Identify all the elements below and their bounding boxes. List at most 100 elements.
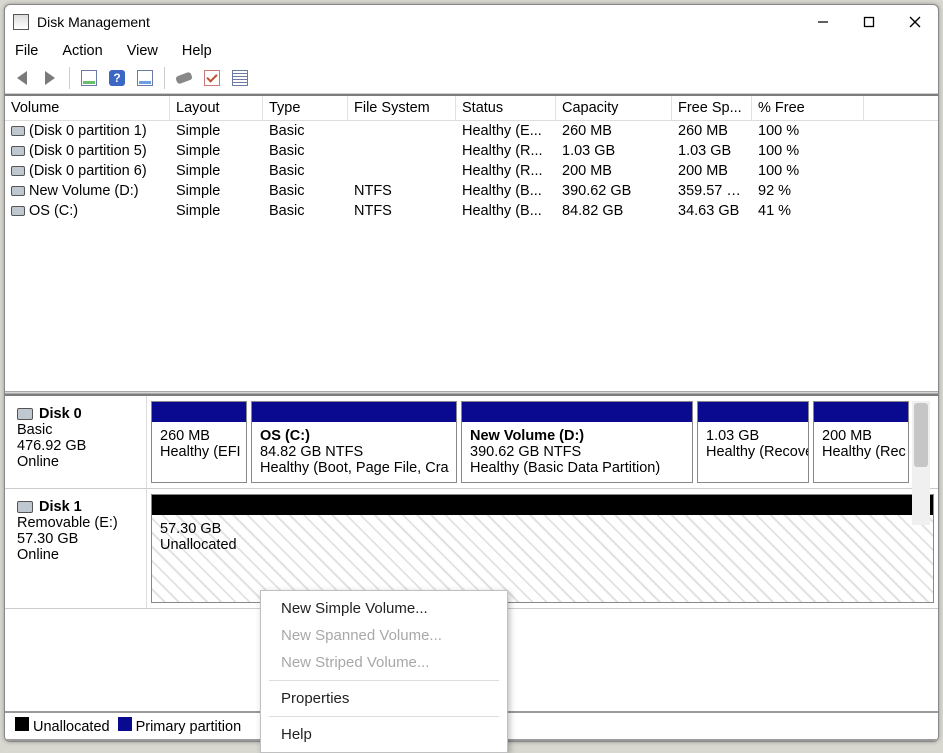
partition-size: 200 MB <box>822 428 900 444</box>
list-button[interactable] <box>229 67 251 89</box>
settings-button[interactable] <box>173 67 195 89</box>
primary-bar <box>462 402 692 422</box>
primary-bar <box>698 402 808 422</box>
title-bar: Disk Management <box>5 5 938 39</box>
cell-type: Basic <box>263 142 348 160</box>
menu-action[interactable]: Action <box>62 43 102 59</box>
forward-button[interactable] <box>39 67 61 89</box>
partition[interactable]: 200 MBHealthy (Rec <box>813 401 909 483</box>
partition[interactable]: 260 MBHealthy (EFI <box>151 401 247 483</box>
disk-0-info: Disk 0 Basic 476.92 GB Online <box>5 396 147 488</box>
close-button[interactable] <box>892 6 938 38</box>
partition-unallocated[interactable]: 57.30 GB Unallocated <box>151 494 934 603</box>
cell-layout: Simple <box>170 182 263 200</box>
disk-0-state: Online <box>17 454 138 470</box>
disk-0-size: 476.92 GB <box>17 438 138 454</box>
cell-layout: Simple <box>170 202 263 220</box>
volume-row[interactable]: (Disk 0 partition 6)SimpleBasicHealthy (… <box>5 161 938 181</box>
menu-help[interactable]: Help <box>182 43 212 59</box>
partition-title: OS (C:) <box>260 428 448 444</box>
ctx-new-simple-volume[interactable]: New Simple Volume... <box>261 595 507 622</box>
col-volume[interactable]: Volume <box>5 96 170 120</box>
volume-row[interactable]: (Disk 0 partition 5)SimpleBasicHealthy (… <box>5 141 938 161</box>
volume-row[interactable]: (Disk 0 partition 1)SimpleBasicHealthy (… <box>5 121 938 141</box>
cell-pctfree: 100 % <box>752 162 864 180</box>
menu-view[interactable]: View <box>127 43 158 59</box>
cell-layout: Simple <box>170 162 263 180</box>
back-button[interactable] <box>11 67 33 89</box>
volume-icon <box>11 126 25 136</box>
cell-pctfree: 100 % <box>752 142 864 160</box>
col-layout[interactable]: Layout <box>170 96 263 120</box>
unallocated-bar <box>152 495 933 515</box>
cell-type: Basic <box>263 162 348 180</box>
partition-state: Healthy (EFI <box>160 444 238 460</box>
disk-icon <box>17 501 33 513</box>
cell-layout: Simple <box>170 142 263 160</box>
cell-free: 260 MB <box>672 122 752 140</box>
toolbar: ? <box>5 65 938 94</box>
cell-status: Healthy (R... <box>456 142 556 160</box>
separator <box>69 67 70 89</box>
view-button[interactable] <box>134 67 156 89</box>
volume-row[interactable]: OS (C:)SimpleBasicNTFSHealthy (B...84.82… <box>5 201 938 221</box>
partition-title: New Volume (D:) <box>470 428 684 444</box>
disk-1-state: Online <box>17 547 138 563</box>
partition[interactable]: OS (C:)84.82 GB NTFSHealthy (Boot, Page … <box>251 401 457 483</box>
separator <box>164 67 165 89</box>
minimize-button[interactable] <box>800 6 846 38</box>
cell-capacity: 390.62 GB <box>556 182 672 200</box>
disk-1-name: Disk 1 <box>39 499 82 515</box>
partition-state: Healthy (Boot, Page File, Cra <box>260 460 448 476</box>
menu-file[interactable]: File <box>15 43 38 59</box>
cell-free: 34.63 GB <box>672 202 752 220</box>
volume-list-header: Volume Layout Type File System Status Ca… <box>5 94 938 121</box>
ctx-properties[interactable]: Properties <box>261 685 507 712</box>
refresh-button[interactable] <box>78 67 100 89</box>
cell-fs <box>348 142 456 160</box>
cell-capacity: 84.82 GB <box>556 202 672 220</box>
list-icon <box>232 70 248 86</box>
ctx-new-spanned-volume: New Spanned Volume... <box>261 622 507 649</box>
col-free[interactable]: Free Sp... <box>672 96 752 120</box>
volume-row[interactable]: New Volume (D:)SimpleBasicNTFSHealthy (B… <box>5 181 938 201</box>
cell-layout: Simple <box>170 122 263 140</box>
cell-status: Healthy (B... <box>456 202 556 220</box>
primary-bar <box>814 402 908 422</box>
partition-size: 1.03 GB <box>706 428 800 444</box>
col-filesystem[interactable]: File System <box>348 96 456 120</box>
partition[interactable]: New Volume (D:)390.62 GB NTFSHealthy (Ba… <box>461 401 693 483</box>
cell-volume: (Disk 0 partition 1) <box>29 123 147 139</box>
view-icon <box>137 70 153 86</box>
arrow-left-icon <box>17 71 27 85</box>
disk-0-name: Disk 0 <box>39 406 82 422</box>
vertical-scrollbar[interactable] <box>912 401 930 525</box>
col-type[interactable]: Type <box>263 96 348 120</box>
disk-icon <box>17 408 33 420</box>
ctx-help[interactable]: Help <box>261 721 507 748</box>
disk-1-info: Disk 1 Removable (E:) 57.30 GB Online <box>5 489 147 608</box>
app-icon <box>13 14 29 30</box>
cell-type: Basic <box>263 182 348 200</box>
ctx-separator <box>269 716 499 717</box>
check-button[interactable] <box>201 67 223 89</box>
disk-1-type: Removable (E:) <box>17 515 138 531</box>
cell-type: Basic <box>263 202 348 220</box>
cell-pctfree: 100 % <box>752 122 864 140</box>
partition-size: 57.30 GB <box>160 521 925 537</box>
partition[interactable]: 1.03 GBHealthy (Recove <box>697 401 809 483</box>
maximize-button[interactable] <box>846 6 892 38</box>
col-capacity[interactable]: Capacity <box>556 96 672 120</box>
help-button[interactable]: ? <box>106 67 128 89</box>
cell-free: 1.03 GB <box>672 142 752 160</box>
disk-row-0[interactable]: Disk 0 Basic 476.92 GB Online 260 MBHeal… <box>5 396 938 489</box>
scrollbar-thumb[interactable] <box>914 403 928 467</box>
primary-bar <box>152 402 246 422</box>
col-status[interactable]: Status <box>456 96 556 120</box>
cell-fs: NTFS <box>348 182 456 200</box>
primary-swatch <box>118 717 132 731</box>
context-menu: New Simple Volume... New Spanned Volume.… <box>260 590 508 753</box>
volume-list[interactable]: (Disk 0 partition 1)SimpleBasicHealthy (… <box>5 121 938 391</box>
col-pctfree[interactable]: % Free <box>752 96 864 120</box>
disk-0-partitions: 260 MBHealthy (EFIOS (C:)84.82 GB NTFSHe… <box>147 396 938 488</box>
